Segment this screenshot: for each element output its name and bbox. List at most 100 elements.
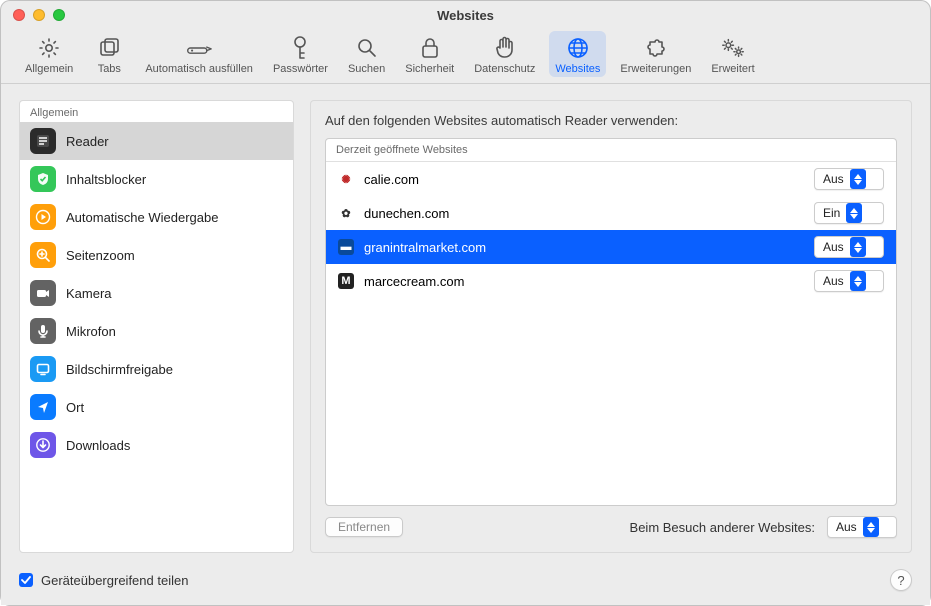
reader-icon [30, 128, 56, 154]
sidebar-item-downloads[interactable]: Downloads [20, 426, 293, 464]
site-row[interactable]: ▬ granintralmarket.com Aus [326, 230, 896, 264]
sidebar-item-label: Inhaltsblocker [66, 172, 146, 187]
site-row[interactable]: ✿ dunechen.com Ein [326, 196, 896, 230]
toolbar-tab-autofill[interactable]: Automatisch ausfüllen [139, 31, 259, 77]
hand-icon [492, 35, 518, 61]
tabs-icon [96, 35, 122, 61]
pane-bottom-controls: Entfernen Beim Besuch anderer Websites: … [325, 516, 897, 538]
toolbar-tab-label: Automatisch ausfüllen [145, 63, 253, 75]
puzzle-icon [643, 35, 669, 61]
default-behavior-label: Beim Besuch anderer Websites: [630, 520, 815, 535]
site-domain: marcecream.com [364, 274, 804, 289]
preferences-toolbar: Allgemein Tabs Automatisch ausfüllen Pas… [1, 29, 930, 84]
popup-arrows-icon [846, 203, 862, 223]
toolbar-tab-security[interactable]: Sicherheit [399, 31, 460, 77]
popup-arrows-icon [863, 517, 879, 537]
toolbar-tab-privacy[interactable]: Datenschutz [468, 31, 541, 77]
toolbar-tab-advanced[interactable]: Erweitert [705, 31, 760, 77]
default-behavior-popup[interactable]: Aus [827, 516, 897, 538]
popup-arrows-icon [850, 271, 866, 291]
site-rows[interactable]: ✺ calie.com Aus ✿ dunechen.com Ein ▬ gra… [326, 162, 896, 505]
gear-icon [36, 35, 62, 61]
key-icon [287, 35, 313, 61]
sidebar-item-reader[interactable]: Reader [20, 122, 293, 160]
content-area: Allgemein Reader Inhaltsblocker Automati… [1, 84, 930, 605]
toolbar-tab-label: Datenschutz [474, 63, 535, 75]
mic-icon [30, 318, 56, 344]
sidebar-item-label: Ort [66, 400, 84, 415]
site-domain: dunechen.com [364, 206, 804, 221]
sidebar-item-label: Kamera [66, 286, 112, 301]
sidebar-item-label: Seitenzoom [66, 248, 135, 263]
share-across-devices-label: Geräteübergreifend teilen [41, 573, 188, 588]
site-value-popup[interactable]: Ein [814, 202, 884, 224]
favicon-icon: ✿ [338, 205, 354, 221]
sidebar-item-camera[interactable]: Kamera [20, 274, 293, 312]
site-domain: calie.com [364, 172, 804, 187]
shield-icon [30, 166, 56, 192]
popup-arrows-icon [850, 169, 866, 189]
camera-icon [30, 280, 56, 306]
sidebar-item-location[interactable]: Ort [20, 388, 293, 426]
globe-icon [565, 35, 591, 61]
sidebar-item-contentblockers[interactable]: Inhaltsblocker [20, 160, 293, 198]
websites-sidebar[interactable]: Allgemein Reader Inhaltsblocker Automati… [19, 100, 294, 553]
download-icon [30, 432, 56, 458]
toolbar-tab-label: Passwörter [273, 63, 328, 75]
toolbar-tab-websites[interactable]: Websites [549, 31, 606, 77]
site-value-popup[interactable]: Aus [814, 236, 884, 258]
pen-icon [186, 35, 212, 61]
favicon-icon: ✺ [338, 171, 354, 187]
toolbar-tab-label: Allgemein [25, 63, 73, 75]
site-row[interactable]: M marcecream.com Aus [326, 264, 896, 298]
titlebar: Websites [1, 1, 930, 29]
toolbar-tab-label: Erweiterungen [620, 63, 691, 75]
sidebar-item-label: Downloads [66, 438, 130, 453]
minimize-window-button[interactable] [33, 9, 45, 21]
share-across-devices-checkbox[interactable] [19, 573, 33, 587]
sidebar-item-screenshare[interactable]: Bildschirmfreigabe [20, 350, 293, 388]
remove-button[interactable]: Entfernen [325, 517, 403, 537]
main-row: Allgemein Reader Inhaltsblocker Automati… [1, 84, 930, 563]
footer: Geräteübergreifend teilen ? [1, 563, 930, 605]
toolbar-tab-general[interactable]: Allgemein [19, 31, 79, 77]
zoom-window-button[interactable] [53, 9, 65, 21]
site-value-popup[interactable]: Aus [814, 168, 884, 190]
site-domain: granintralmarket.com [364, 240, 804, 255]
sidebar-item-label: Automatische Wiedergabe [66, 210, 218, 225]
toolbar-tab-extensions[interactable]: Erweiterungen [614, 31, 697, 77]
magnify-icon [354, 35, 380, 61]
sidebar-section-heading: Allgemein [20, 101, 293, 122]
window-title: Websites [1, 8, 930, 23]
sidebar-item-autoplay[interactable]: Automatische Wiedergabe [20, 198, 293, 236]
toolbar-tab-label: Tabs [98, 63, 121, 75]
site-value: Aus [823, 274, 844, 288]
sidebar-item-microphone[interactable]: Mikrofon [20, 312, 293, 350]
location-icon [30, 394, 56, 420]
help-button[interactable]: ? [890, 569, 912, 591]
play-icon [30, 204, 56, 230]
toolbar-tab-passwords[interactable]: Passwörter [267, 31, 334, 77]
reader-settings-pane: Auf den folgenden Websites automatisch R… [310, 100, 912, 553]
pane-heading: Auf den folgenden Websites automatisch R… [325, 113, 897, 128]
toolbar-tab-search[interactable]: Suchen [342, 31, 391, 77]
sidebar-item-pagezoom[interactable]: Seitenzoom [20, 236, 293, 274]
close-window-button[interactable] [13, 9, 25, 21]
site-value: Aus [823, 172, 844, 186]
favicon-icon: M [338, 273, 354, 289]
sidebar-item-label: Reader [66, 134, 109, 149]
favicon-icon: ▬ [338, 239, 354, 255]
toolbar-tab-tabs[interactable]: Tabs [87, 31, 131, 77]
preferences-window: Websites Allgemein Tabs Automatisch ausf… [0, 0, 931, 606]
popup-arrows-icon [850, 237, 866, 257]
sidebar-item-label: Mikrofon [66, 324, 116, 339]
site-value-popup[interactable]: Aus [814, 270, 884, 292]
screen-icon [30, 356, 56, 382]
sidebar-item-label: Bildschirmfreigabe [66, 362, 173, 377]
toolbar-tab-label: Suchen [348, 63, 385, 75]
site-row[interactable]: ✺ calie.com Aus [326, 162, 896, 196]
toolbar-tab-label: Erweitert [711, 63, 754, 75]
site-value: Ein [823, 206, 840, 220]
site-list: Derzeit geöffnete Websites ✺ calie.com A… [325, 138, 897, 506]
gears-icon [720, 35, 746, 61]
